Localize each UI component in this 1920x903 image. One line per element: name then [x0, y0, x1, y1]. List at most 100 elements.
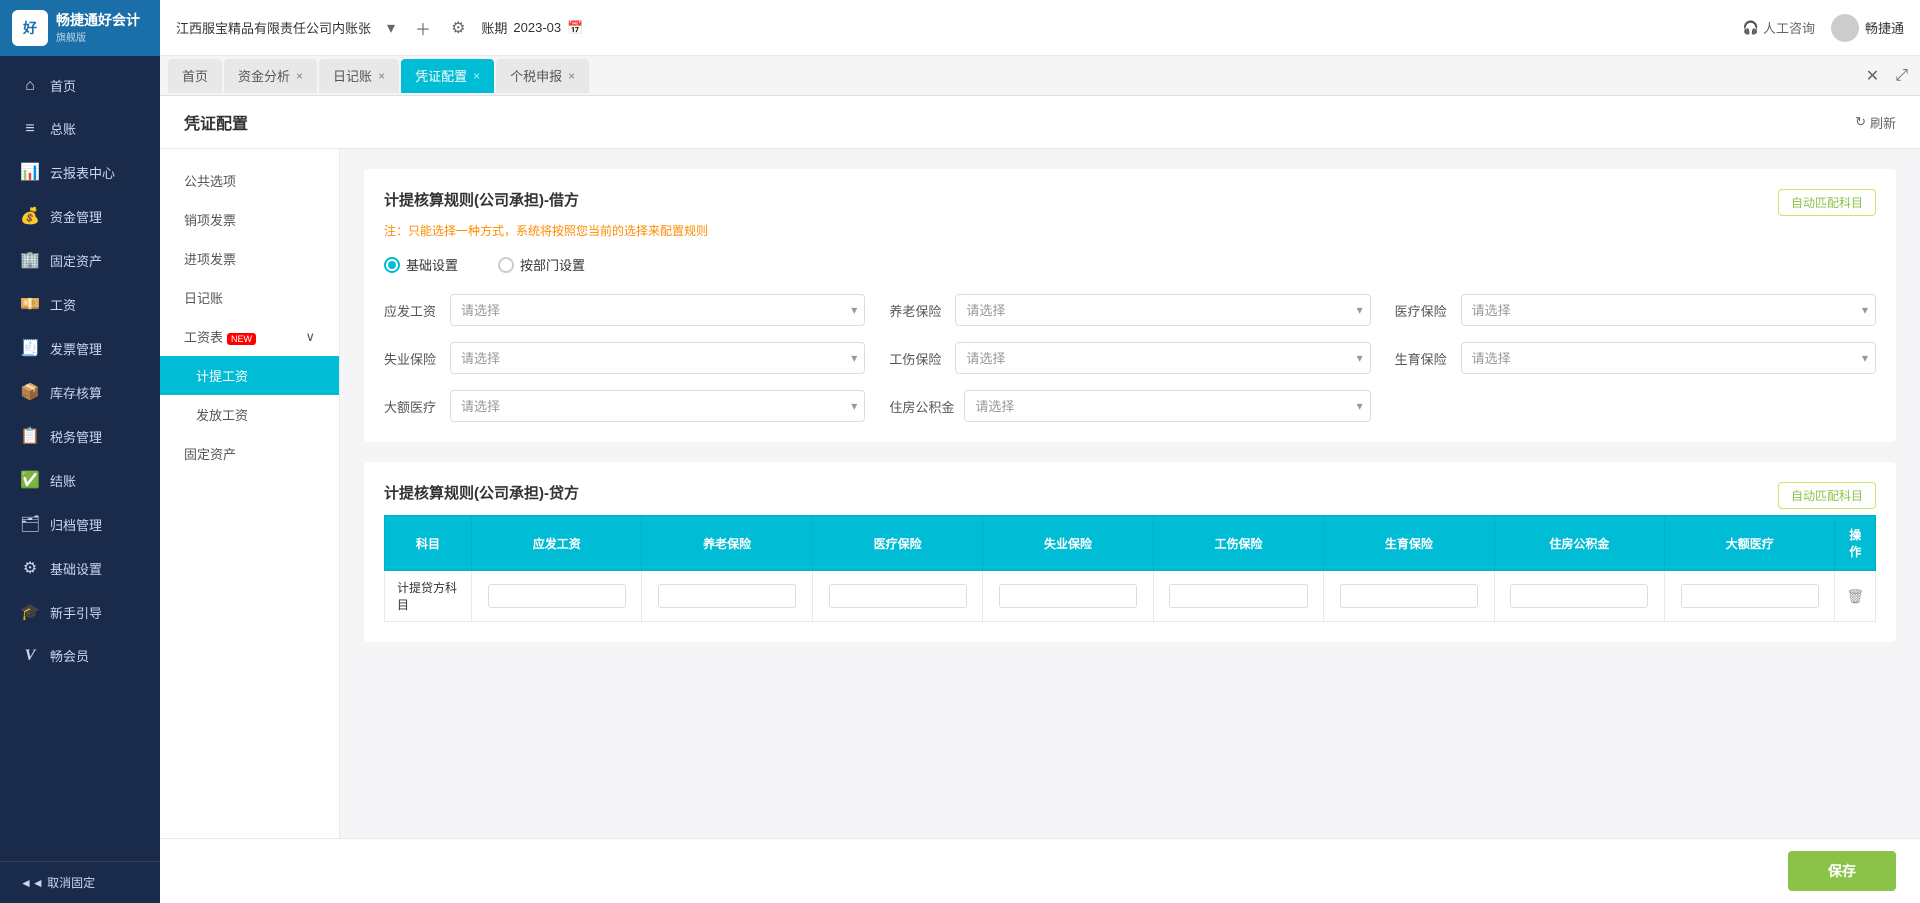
sidebar-item-assets[interactable]: 🏢 固定资产: [0, 238, 160, 282]
select-gongjijin[interactable]: 请选择: [964, 390, 1370, 422]
input-dae[interactable]: [1681, 584, 1819, 608]
delete-icon[interactable]: 🗑: [1846, 588, 1864, 604]
calendar-icon[interactable]: 📅: [567, 20, 583, 36]
tab-home-label: 首页: [182, 66, 208, 85]
sidebar-item-tax[interactable]: 📋 税务管理: [0, 414, 160, 458]
sidebar-item-member[interactable]: V 畅会员: [0, 634, 160, 677]
sidebar-item-inventory[interactable]: 📦 库存核算: [0, 370, 160, 414]
tab-journal-label: 日记账: [333, 66, 372, 85]
nav-journal-label: 日记账: [184, 288, 223, 307]
nav-public[interactable]: 公共选项: [160, 161, 339, 200]
tab-voucher-close[interactable]: ×: [473, 69, 480, 83]
nav-salary-table[interactable]: 工资表NEW ∨: [160, 317, 339, 356]
page-header: 凭证配置 ↻ 刷新: [160, 96, 1920, 149]
refresh-button[interactable]: ↻ 刷新: [1855, 113, 1896, 132]
tab-home[interactable]: 首页: [168, 59, 222, 93]
cell-gongjijin: [1494, 571, 1664, 622]
close-tab-button[interactable]: ✕: [1862, 62, 1883, 90]
cell-shiye: [983, 571, 1153, 622]
tab-journal-close[interactable]: ×: [378, 69, 385, 83]
logo-title: 畅捷通好会计: [56, 12, 140, 29]
tab-voucher-config[interactable]: 凭证配置 ×: [401, 59, 494, 93]
nav-payroll-calc[interactable]: 计提工资: [160, 356, 339, 395]
sidebar-item-funds[interactable]: 💰 资金管理: [0, 194, 160, 238]
nav-public-label: 公共选项: [184, 171, 236, 190]
save-button[interactable]: 保存: [1788, 851, 1896, 891]
credit-auto-match-button[interactable]: 自动匹配科目: [1778, 482, 1876, 509]
nav-fixed-assets[interactable]: 固定资产: [160, 434, 339, 473]
nav-payroll-pay[interactable]: 发放工资: [160, 395, 339, 434]
input-shengyu[interactable]: [1340, 584, 1478, 608]
sidebar-item-invoices[interactable]: 🧾 发票管理: [0, 326, 160, 370]
tab-journal[interactable]: 日记账 ×: [319, 59, 399, 93]
sidebar-item-guide[interactable]: 🎓 新手引导: [0, 590, 160, 634]
sidebar-footer[interactable]: ◄◄ 取消固定: [0, 861, 160, 903]
select-yanglao[interactable]: 请选择: [955, 294, 1370, 326]
select-yiliao[interactable]: 请选择: [1461, 294, 1876, 326]
input-yingfa[interactable]: [488, 584, 626, 608]
nav-fixed-assets-label: 固定资产: [184, 444, 236, 463]
right-content: 自动匹配科目 计提核算规则(公司承担)-借方 注：只能选择一种方式，系统将按照您…: [340, 149, 1920, 838]
nav-sales[interactable]: 销项发票: [160, 200, 339, 239]
select-yingfa-wrapper: 请选择 ▾: [450, 294, 865, 326]
tab-tax-report[interactable]: 个税申报 ×: [496, 59, 589, 93]
sidebar-item-salary[interactable]: 💴 工资: [0, 282, 160, 326]
label-gongshang: 工伤保险: [889, 349, 945, 368]
closing-icon: ✅: [20, 470, 40, 490]
radio-dept[interactable]: 按部门设置: [498, 255, 585, 274]
sidebar-item-closing[interactable]: ✅ 结账: [0, 458, 160, 502]
radio-basic[interactable]: 基础设置: [384, 255, 458, 274]
nav-purchase-label: 进项发票: [184, 249, 236, 268]
sidebar-item-label: 新手引导: [50, 603, 102, 622]
radio-basic-label: 基础设置: [406, 255, 458, 274]
form-item-shengyu: 生育保险 请选择 ▾: [1395, 342, 1876, 374]
sidebar-item-reports[interactable]: 📊 云报表中心: [0, 150, 160, 194]
cell-action: 🗑: [1835, 571, 1876, 622]
nav-sales-label: 销项发票: [184, 210, 236, 229]
logo-subtitle: 旗舰版: [56, 29, 140, 44]
user-info[interactable]: 畅捷通: [1831, 14, 1904, 42]
cell-gongshang: [1153, 571, 1323, 622]
form-item-yingfa: 应发工资 请选择 ▾: [384, 294, 865, 326]
sidebar-item-home[interactable]: ⌂ 首页: [0, 64, 160, 107]
select-gongshang[interactable]: 请选择: [955, 342, 1370, 374]
select-dae[interactable]: 请选择: [450, 390, 865, 422]
input-yiliao[interactable]: [829, 584, 967, 608]
archive-icon: 🗂: [20, 514, 40, 534]
nav-purchase[interactable]: 进项发票: [160, 239, 339, 278]
body-layout: 公共选项 销项发票 进项发票 日记账 工资表NEW ∨ 计提工资: [160, 149, 1920, 838]
radio-dept-dot: [498, 257, 514, 273]
input-yanglao[interactable]: [658, 584, 796, 608]
select-gongshang-wrapper: 请选择 ▾: [955, 342, 1370, 374]
debit-section-title: 计提核算规则(公司承担)-借方: [384, 189, 1876, 210]
headset-icon: 🎧: [1743, 20, 1759, 36]
tab-funds-close[interactable]: ×: [296, 69, 303, 83]
tab-funds[interactable]: 资金分析 ×: [224, 59, 317, 93]
add-button[interactable]: ＋: [411, 12, 435, 44]
sidebar-item-settings[interactable]: ⚙ 基础设置: [0, 546, 160, 590]
sidebar-item-label: 结账: [50, 471, 76, 490]
input-gongshang[interactable]: [1169, 584, 1307, 608]
input-shiye[interactable]: [999, 584, 1137, 608]
logo: 好 畅捷通好会计 旗舰版: [0, 0, 160, 56]
nav-salary-label: 工资表NEW: [184, 327, 256, 346]
sidebar-item-label: 发票管理: [50, 339, 102, 358]
sidebar-item-archive[interactable]: 🗂 归档管理: [0, 502, 160, 546]
expand-button[interactable]: ⤢: [1891, 62, 1912, 90]
new-badge: NEW: [227, 333, 256, 345]
input-gongjijin[interactable]: [1510, 584, 1648, 608]
sidebar-item-label: 云报表中心: [50, 163, 115, 182]
nav-journal[interactable]: 日记账: [160, 278, 339, 317]
select-yingfa[interactable]: 请选择: [450, 294, 865, 326]
cell-dae: [1665, 571, 1835, 622]
company-dropdown-button[interactable]: ▾: [383, 14, 399, 42]
select-shengyu[interactable]: 请选择: [1461, 342, 1876, 374]
select-shiye[interactable]: 请选择: [450, 342, 865, 374]
settings-button[interactable]: ⚙: [447, 14, 469, 42]
debit-warning: 注：只能选择一种方式，系统将按照您当前的选择来配置规则: [384, 222, 1876, 239]
service-button[interactable]: 🎧 人工咨询: [1743, 18, 1815, 37]
logo-text-group: 畅捷通好会计 旗舰版: [56, 12, 140, 44]
tab-tax-close[interactable]: ×: [568, 69, 575, 83]
sidebar-item-ledger[interactable]: ≡ 总账: [0, 107, 160, 150]
debit-auto-match-button[interactable]: 自动匹配科目: [1778, 189, 1876, 216]
